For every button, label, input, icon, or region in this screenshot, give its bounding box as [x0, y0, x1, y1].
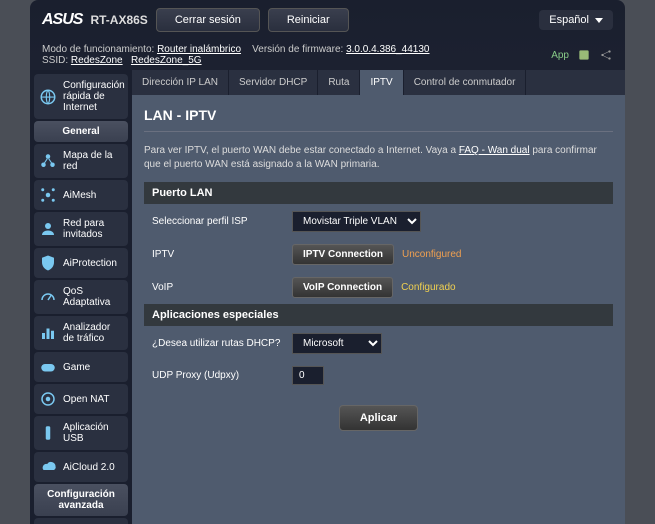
tab-route[interactable]: Ruta [318, 70, 360, 95]
tab-dhcp[interactable]: Servidor DHCP [229, 70, 318, 95]
sidebar-label: Aplicación USB [63, 422, 123, 444]
status-icon[interactable] [577, 48, 591, 62]
fw-label: Versión de firmware: [252, 44, 343, 55]
ssid2-link[interactable]: RedesZone_5G [131, 55, 202, 66]
sidebar-item-aiprotect[interactable]: AiProtection [34, 248, 128, 278]
sidebar-item-qos[interactable]: QoS Adaptativa [34, 280, 128, 314]
logout-button[interactable]: Cerrar sesión [156, 8, 260, 32]
voip-connection-button[interactable]: VoIP Connection [292, 277, 393, 298]
sidebar-item-usb[interactable]: Aplicación USB [34, 416, 128, 450]
guest-icon [39, 220, 57, 238]
chart-icon [39, 324, 57, 342]
chevron-down-icon [595, 18, 603, 23]
brand-logo: ASUS [42, 11, 82, 29]
sidebar-label: AiMesh [63, 190, 96, 201]
app-link[interactable]: App [551, 50, 569, 61]
sidebar-item-aimesh[interactable]: AiMesh [34, 180, 128, 210]
sidebar-item-aicloud[interactable]: AiCloud 2.0 [34, 452, 128, 482]
gauge-icon [39, 288, 57, 306]
dhcp-select[interactable]: Microsoft [292, 333, 382, 354]
netmap-icon [39, 152, 57, 170]
top-bar: ASUS RT-AX86S Cerrar sesión Reiniciar Es… [30, 0, 625, 40]
info-bar: Modo de funcionamiento: Router inalámbri… [30, 40, 625, 70]
language-selector[interactable]: Español [539, 10, 613, 30]
isp-label: Seleccionar perfil ISP [152, 216, 292, 227]
sidebar-item-quick-setup[interactable]: Configuración rápida de Internet [34, 74, 128, 119]
field-udp-proxy: UDP Proxy (Udpxy) [144, 360, 613, 391]
tab-iptv[interactable]: IPTV [360, 70, 403, 95]
page-title: LAN - IPTV [144, 107, 613, 132]
sidebar-label: Analizador de tráfico [63, 322, 123, 344]
share-icon[interactable] [599, 48, 613, 62]
udp-input[interactable] [292, 366, 324, 385]
voip-label: VoIP [152, 282, 292, 293]
sidebar-label: Game [63, 362, 90, 373]
apply-button[interactable]: Aplicar [339, 405, 418, 431]
cloud-icon [39, 458, 57, 476]
faq-link[interactable]: FAQ - Wan dual [459, 145, 530, 156]
usb-icon [39, 424, 57, 442]
language-label: Español [549, 14, 589, 26]
aimesh-icon [39, 186, 57, 204]
sidebar-item-traffic[interactable]: Analizador de tráfico [34, 316, 128, 350]
field-isp-profile: Seleccionar perfil ISP Movistar Triple V… [144, 205, 613, 238]
page-description: Para ver IPTV, el puerto WAN debe estar … [144, 144, 613, 172]
sidebar-label: Open NAT [63, 394, 110, 405]
mode-label: Modo de funcionamiento: [42, 44, 154, 55]
udp-label: UDP Proxy (Udpxy) [152, 370, 292, 381]
sidebar-item-game[interactable]: Game [34, 352, 128, 382]
sidebar-label: QoS Adaptativa [63, 286, 123, 308]
reboot-button[interactable]: Reiniciar [268, 8, 349, 32]
tabs: Dirección IP LAN Servidor DHCP Ruta IPTV… [132, 70, 625, 95]
gamepad-icon [39, 358, 57, 376]
ssid1-link[interactable]: RedesZone [71, 55, 123, 66]
field-voip: VoIP VoIP Connection Configurado [144, 271, 613, 304]
section-lan-port: Puerto LAN [144, 182, 613, 204]
tab-lanip[interactable]: Dirección IP LAN [132, 70, 229, 95]
model-label: RT-AX86S [90, 13, 147, 27]
sidebar-item-wireless[interactable]: Inalámbrico [34, 518, 128, 524]
sidebar-header-general: General [34, 121, 128, 142]
fw-link[interactable]: 3.0.0.4.386_44130 [346, 44, 429, 55]
sidebar-item-netmap[interactable]: Mapa de la red [34, 144, 128, 178]
iptv-status: Unconfigured [402, 249, 461, 260]
isp-select[interactable]: Movistar Triple VLAN [292, 211, 421, 232]
field-iptv: IPTV IPTV Connection Unconfigured [144, 238, 613, 271]
field-dhcp-routes: ¿Desea utilizar rutas DHCP? Microsoft [144, 327, 613, 360]
iptv-label: IPTV [152, 249, 292, 260]
sidebar-item-guest[interactable]: Red para invitados [34, 212, 128, 246]
sidebar-header-advanced: Configuración avanzada [34, 484, 128, 516]
content-area: Dirección IP LAN Servidor DHCP Ruta IPTV… [132, 70, 625, 524]
globe-icon [39, 88, 57, 106]
shield-icon [39, 254, 57, 272]
sidebar-label: Red para invitados [63, 218, 123, 240]
iptv-connection-button[interactable]: IPTV Connection [292, 244, 394, 265]
sidebar-label: AiProtection [63, 258, 117, 269]
sidebar-label: Configuración rápida de Internet [63, 80, 125, 113]
sidebar-item-opennat[interactable]: Open NAT [34, 384, 128, 414]
target-icon [39, 390, 57, 408]
ssid-label: SSID: [42, 55, 68, 66]
sidebar: Configuración rápida de Internet General… [30, 70, 132, 524]
section-special-apps: Aplicaciones especiales [144, 304, 613, 326]
sidebar-label: AiCloud 2.0 [63, 462, 115, 473]
mode-link[interactable]: Router inalámbrico [157, 44, 241, 55]
sidebar-label: Mapa de la red [63, 150, 123, 172]
dhcp-label: ¿Desea utilizar rutas DHCP? [152, 338, 292, 349]
tab-switch[interactable]: Control de conmutador [404, 70, 527, 95]
voip-status: Configurado [401, 282, 455, 293]
